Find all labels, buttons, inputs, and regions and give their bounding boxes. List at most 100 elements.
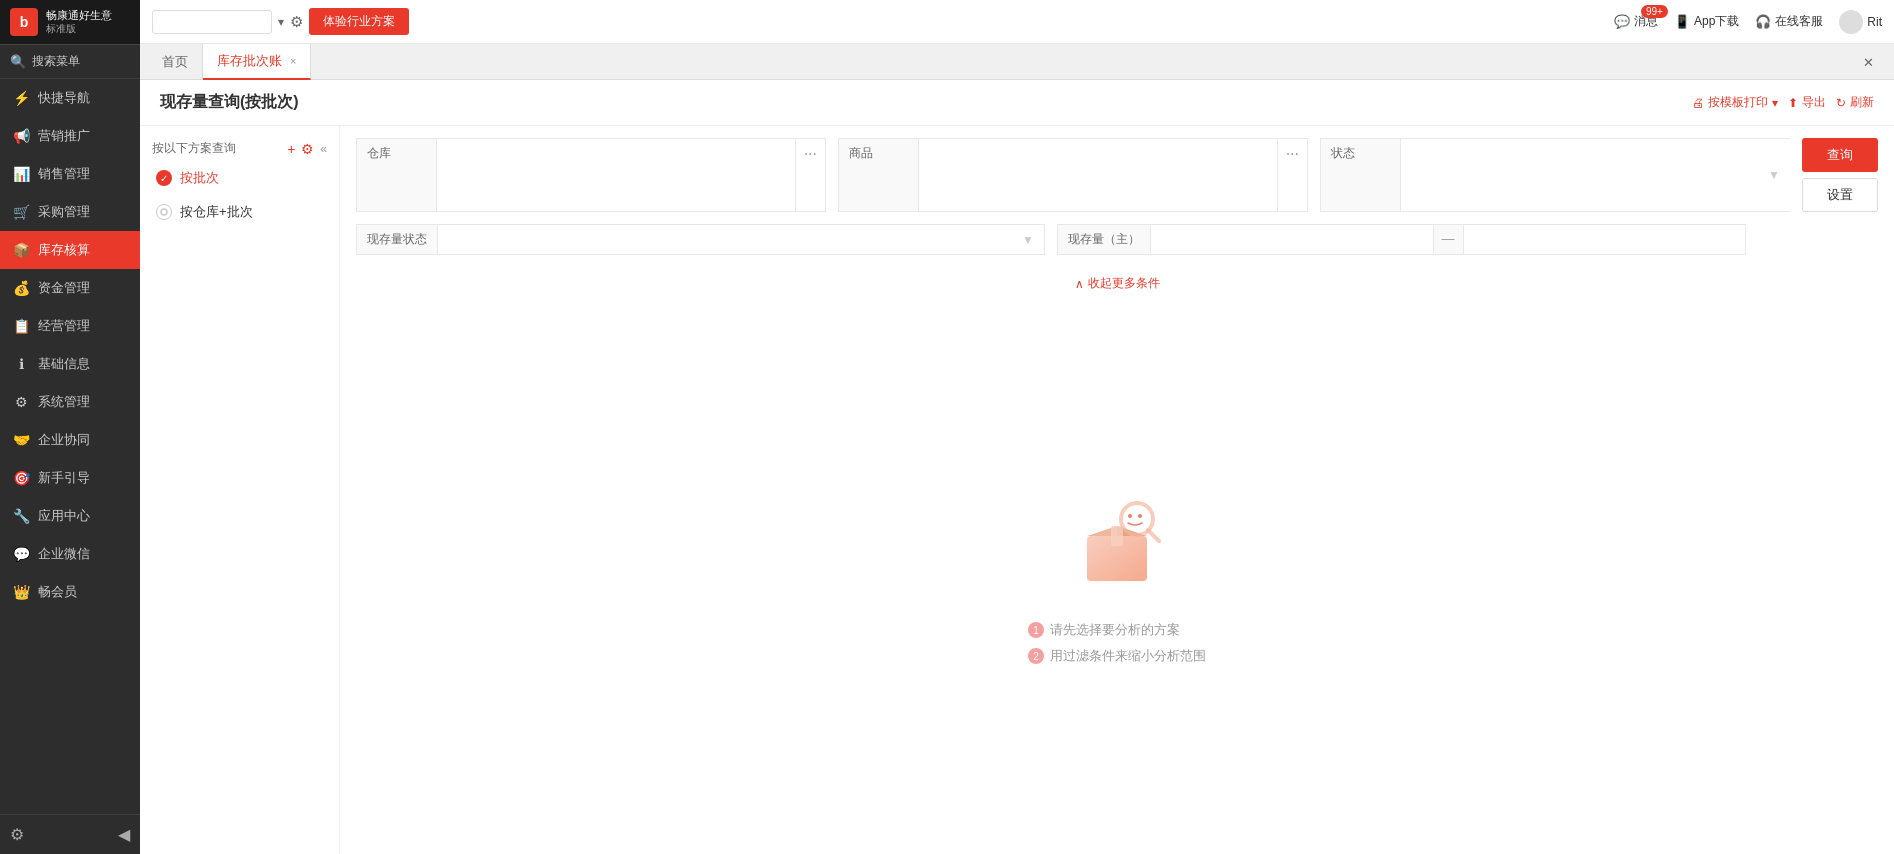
sidebar-item-采购管理[interactable]: 🛒 采购管理 bbox=[0, 193, 140, 231]
sidebar-item-企业微信[interactable]: 💬企业微信 bbox=[0, 535, 140, 573]
nav-label-10: 新手引导 bbox=[38, 469, 90, 487]
stock-qty-dash: — bbox=[1434, 224, 1463, 255]
messages-btn[interactable]: 💬 消息 99+ bbox=[1614, 13, 1658, 30]
topbar: ▾ ⚙ 体验行业方案 💬 消息 99+ 📱 App下载 🎧 在线客服 Rit bbox=[140, 0, 1894, 44]
warehouse-more-btn[interactable]: ··· bbox=[796, 138, 826, 212]
sidebar-item-资金管理[interactable]: 💰资金管理 bbox=[0, 269, 140, 307]
experience-btn[interactable]: 体验行业方案 bbox=[309, 8, 409, 35]
dropdown-icon[interactable]: ▾ bbox=[278, 15, 284, 29]
filter-form: 仓库 ··· 商品 ··· 状态 ▼ bbox=[340, 126, 1894, 854]
tip-2: 2 用过滤条件来缩小分析范围 bbox=[1028, 647, 1206, 665]
collapse-arrow-icon: ∧ bbox=[1075, 277, 1084, 291]
sidebar-item-经营管理[interactable]: 📋 经营管理 bbox=[0, 307, 140, 345]
add-scheme-btn[interactable]: + bbox=[287, 141, 295, 157]
page-actions: 🖨 按模板打印 ▾ ⬆ 导出 ↻ 刷新 bbox=[1692, 94, 1874, 111]
stock-status-select[interactable]: ▼ bbox=[437, 224, 1045, 255]
tip-num-2: 2 bbox=[1028, 648, 1044, 664]
nav-label-9: 企业协同 bbox=[38, 431, 90, 449]
print-dropdown-icon[interactable]: ▾ bbox=[1772, 96, 1778, 110]
export-btn[interactable]: ⬆ 导出 bbox=[1788, 94, 1826, 111]
product-more-btn[interactable]: ··· bbox=[1278, 138, 1308, 212]
tab-close-icon[interactable]: × bbox=[290, 55, 296, 67]
nav-icon-10: 🎯 bbox=[12, 470, 30, 486]
print-btn[interactable]: 🖨 按模板打印 ▾ bbox=[1692, 94, 1778, 111]
sidebar-item-基础信息[interactable]: ℹ基础信息 bbox=[0, 345, 140, 383]
sidebar-item-系统管理[interactable]: ⚙系统管理 bbox=[0, 383, 140, 421]
stock-qty-to[interactable] bbox=[1463, 224, 1747, 255]
query-btn[interactable]: 查询 bbox=[1802, 138, 1878, 172]
sidebar-item-快捷导航[interactable]: ⚡快捷导航 bbox=[0, 79, 140, 117]
print-icon: 🖨 bbox=[1692, 96, 1704, 110]
app-edition: 标准版 bbox=[46, 22, 112, 36]
page-title: 现存量查询(按批次) bbox=[160, 92, 299, 113]
sidebar-search[interactable]: 🔍 搜索菜单 bbox=[0, 45, 140, 79]
nav-label-8: 系统管理 bbox=[38, 393, 90, 411]
svg-point-7 bbox=[1128, 514, 1132, 518]
sidebar-header: b 畅康通好生意 标准版 bbox=[0, 0, 140, 45]
scheme-label-batch: 按批次 bbox=[180, 169, 219, 187]
nav-icon-0: ⚡ bbox=[12, 90, 30, 106]
sidebar-item-营销推广[interactable]: 📢营销推广 bbox=[0, 117, 140, 155]
collapse-sidebar-icon[interactable]: ◀ bbox=[118, 825, 130, 844]
app-download-btn[interactable]: 📱 App下载 bbox=[1674, 13, 1739, 30]
product-input[interactable] bbox=[918, 138, 1278, 212]
user-menu[interactable]: Rit bbox=[1839, 10, 1882, 34]
nav-label-5: 资金管理 bbox=[38, 279, 90, 297]
topbar-right: 💬 消息 99+ 📱 App下载 🎧 在线客服 Rit bbox=[1614, 10, 1882, 34]
nav-icon-3: 🛒 bbox=[12, 204, 30, 220]
tab-home[interactable]: 首页 bbox=[148, 44, 203, 80]
status-filter-group: 状态 ▼ bbox=[1320, 138, 1790, 212]
search-input[interactable] bbox=[152, 10, 272, 34]
nav-icon-4: 📦 bbox=[12, 242, 30, 258]
stock-qty-label: 现存量（主） bbox=[1057, 224, 1150, 255]
svg-point-0 bbox=[161, 209, 167, 215]
nav-label-6: 经营管理 bbox=[38, 317, 90, 335]
gear-icon[interactable]: ⚙ bbox=[290, 13, 303, 31]
active-tab-label: 库存批次账 bbox=[217, 52, 282, 70]
scheme-panel: 按以下方案查询 + ⚙ « ✓ 按批次 按仓库+批次 bbox=[140, 126, 340, 854]
setting-scheme-btn[interactable]: ⚙ bbox=[301, 141, 314, 157]
sidebar-item-应用中心[interactable]: 🔧应用中心 bbox=[0, 497, 140, 535]
sidebar-item-新手引导[interactable]: 🎯 新手引导 bbox=[0, 459, 140, 497]
filter-row-1: 仓库 ··· 商品 ··· 状态 ▼ bbox=[356, 138, 1878, 212]
sidebar-nav: ⚡快捷导航📢营销推广📊销售管理 🛒 采购管理 📦库存核算💰资金管理 📋 经营管理 ℹ基础信息… bbox=[0, 79, 140, 814]
sidebar-item-企业协同[interactable]: 🤝企业协同 bbox=[0, 421, 140, 459]
home-tab-label: 首页 bbox=[162, 53, 188, 71]
app-logo: b bbox=[10, 8, 38, 36]
sidebar: b 畅康通好生意 标准版 🔍 搜索菜单 ⚡快捷导航📢营销推广📊销售管理 🛒 采购管理… bbox=[0, 0, 140, 854]
setting-btn[interactable]: 设置 bbox=[1802, 178, 1878, 212]
settings-icon[interactable]: ⚙ bbox=[10, 825, 24, 844]
nav-icon-1: 📢 bbox=[12, 128, 30, 144]
username-label: Rit bbox=[1867, 15, 1882, 29]
sidebar-item-销售管理[interactable]: 📊销售管理 bbox=[0, 155, 140, 193]
nav-label-2: 销售管理 bbox=[38, 165, 90, 183]
empty-tips: 1 请先选择要分析的方案 2 用过滤条件来缩小分析范围 bbox=[1028, 621, 1206, 673]
page-container: 现存量查询(按批次) 🖨 按模板打印 ▾ ⬆ 导出 ↻ 刷新 bbox=[140, 80, 1894, 854]
svg-line-6 bbox=[1148, 530, 1159, 541]
export-label: 导出 bbox=[1802, 94, 1826, 111]
sidebar-item-畅会员[interactable]: 👑畅会员 bbox=[0, 573, 140, 611]
refresh-btn[interactable]: ↻ 刷新 bbox=[1836, 94, 1874, 111]
close-tab-btn[interactable]: ✕ bbox=[1850, 44, 1886, 80]
status-dropdown-arrow: ▼ bbox=[1768, 168, 1780, 182]
product-label: 商品 bbox=[838, 138, 918, 212]
tab-inventory-batch[interactable]: 库存批次账 × bbox=[203, 44, 311, 80]
scheme-item-batch[interactable]: ✓ 按批次 bbox=[140, 161, 339, 195]
nav-label-3: 采购管理 bbox=[38, 203, 90, 221]
online-service-label: 在线客服 bbox=[1775, 13, 1823, 30]
warehouse-input[interactable] bbox=[436, 138, 796, 212]
scheme-item-warehouse-batch[interactable]: 按仓库+批次 bbox=[140, 195, 339, 229]
collapse-label: 收起更多条件 bbox=[1088, 275, 1160, 292]
collapse-scheme-btn[interactable]: « bbox=[320, 142, 327, 156]
status-select[interactable]: ▼ bbox=[1400, 138, 1790, 212]
avatar bbox=[1839, 10, 1863, 34]
app-name: 畅康通好生意 bbox=[46, 8, 112, 22]
stock-qty-from[interactable] bbox=[1150, 224, 1434, 255]
nav-icon-6: 📋 bbox=[12, 318, 30, 334]
sidebar-item-库存核算[interactable]: 📦库存核算 bbox=[0, 231, 140, 269]
phone-icon: 📱 bbox=[1674, 14, 1690, 29]
collapse-filters-btn[interactable]: ∧ 收起更多条件 bbox=[356, 267, 1878, 300]
inactive-scheme-dot bbox=[156, 204, 172, 220]
online-service-btn[interactable]: 🎧 在线客服 bbox=[1755, 13, 1823, 30]
scheme-header-label: 按以下方案查询 bbox=[152, 140, 236, 157]
